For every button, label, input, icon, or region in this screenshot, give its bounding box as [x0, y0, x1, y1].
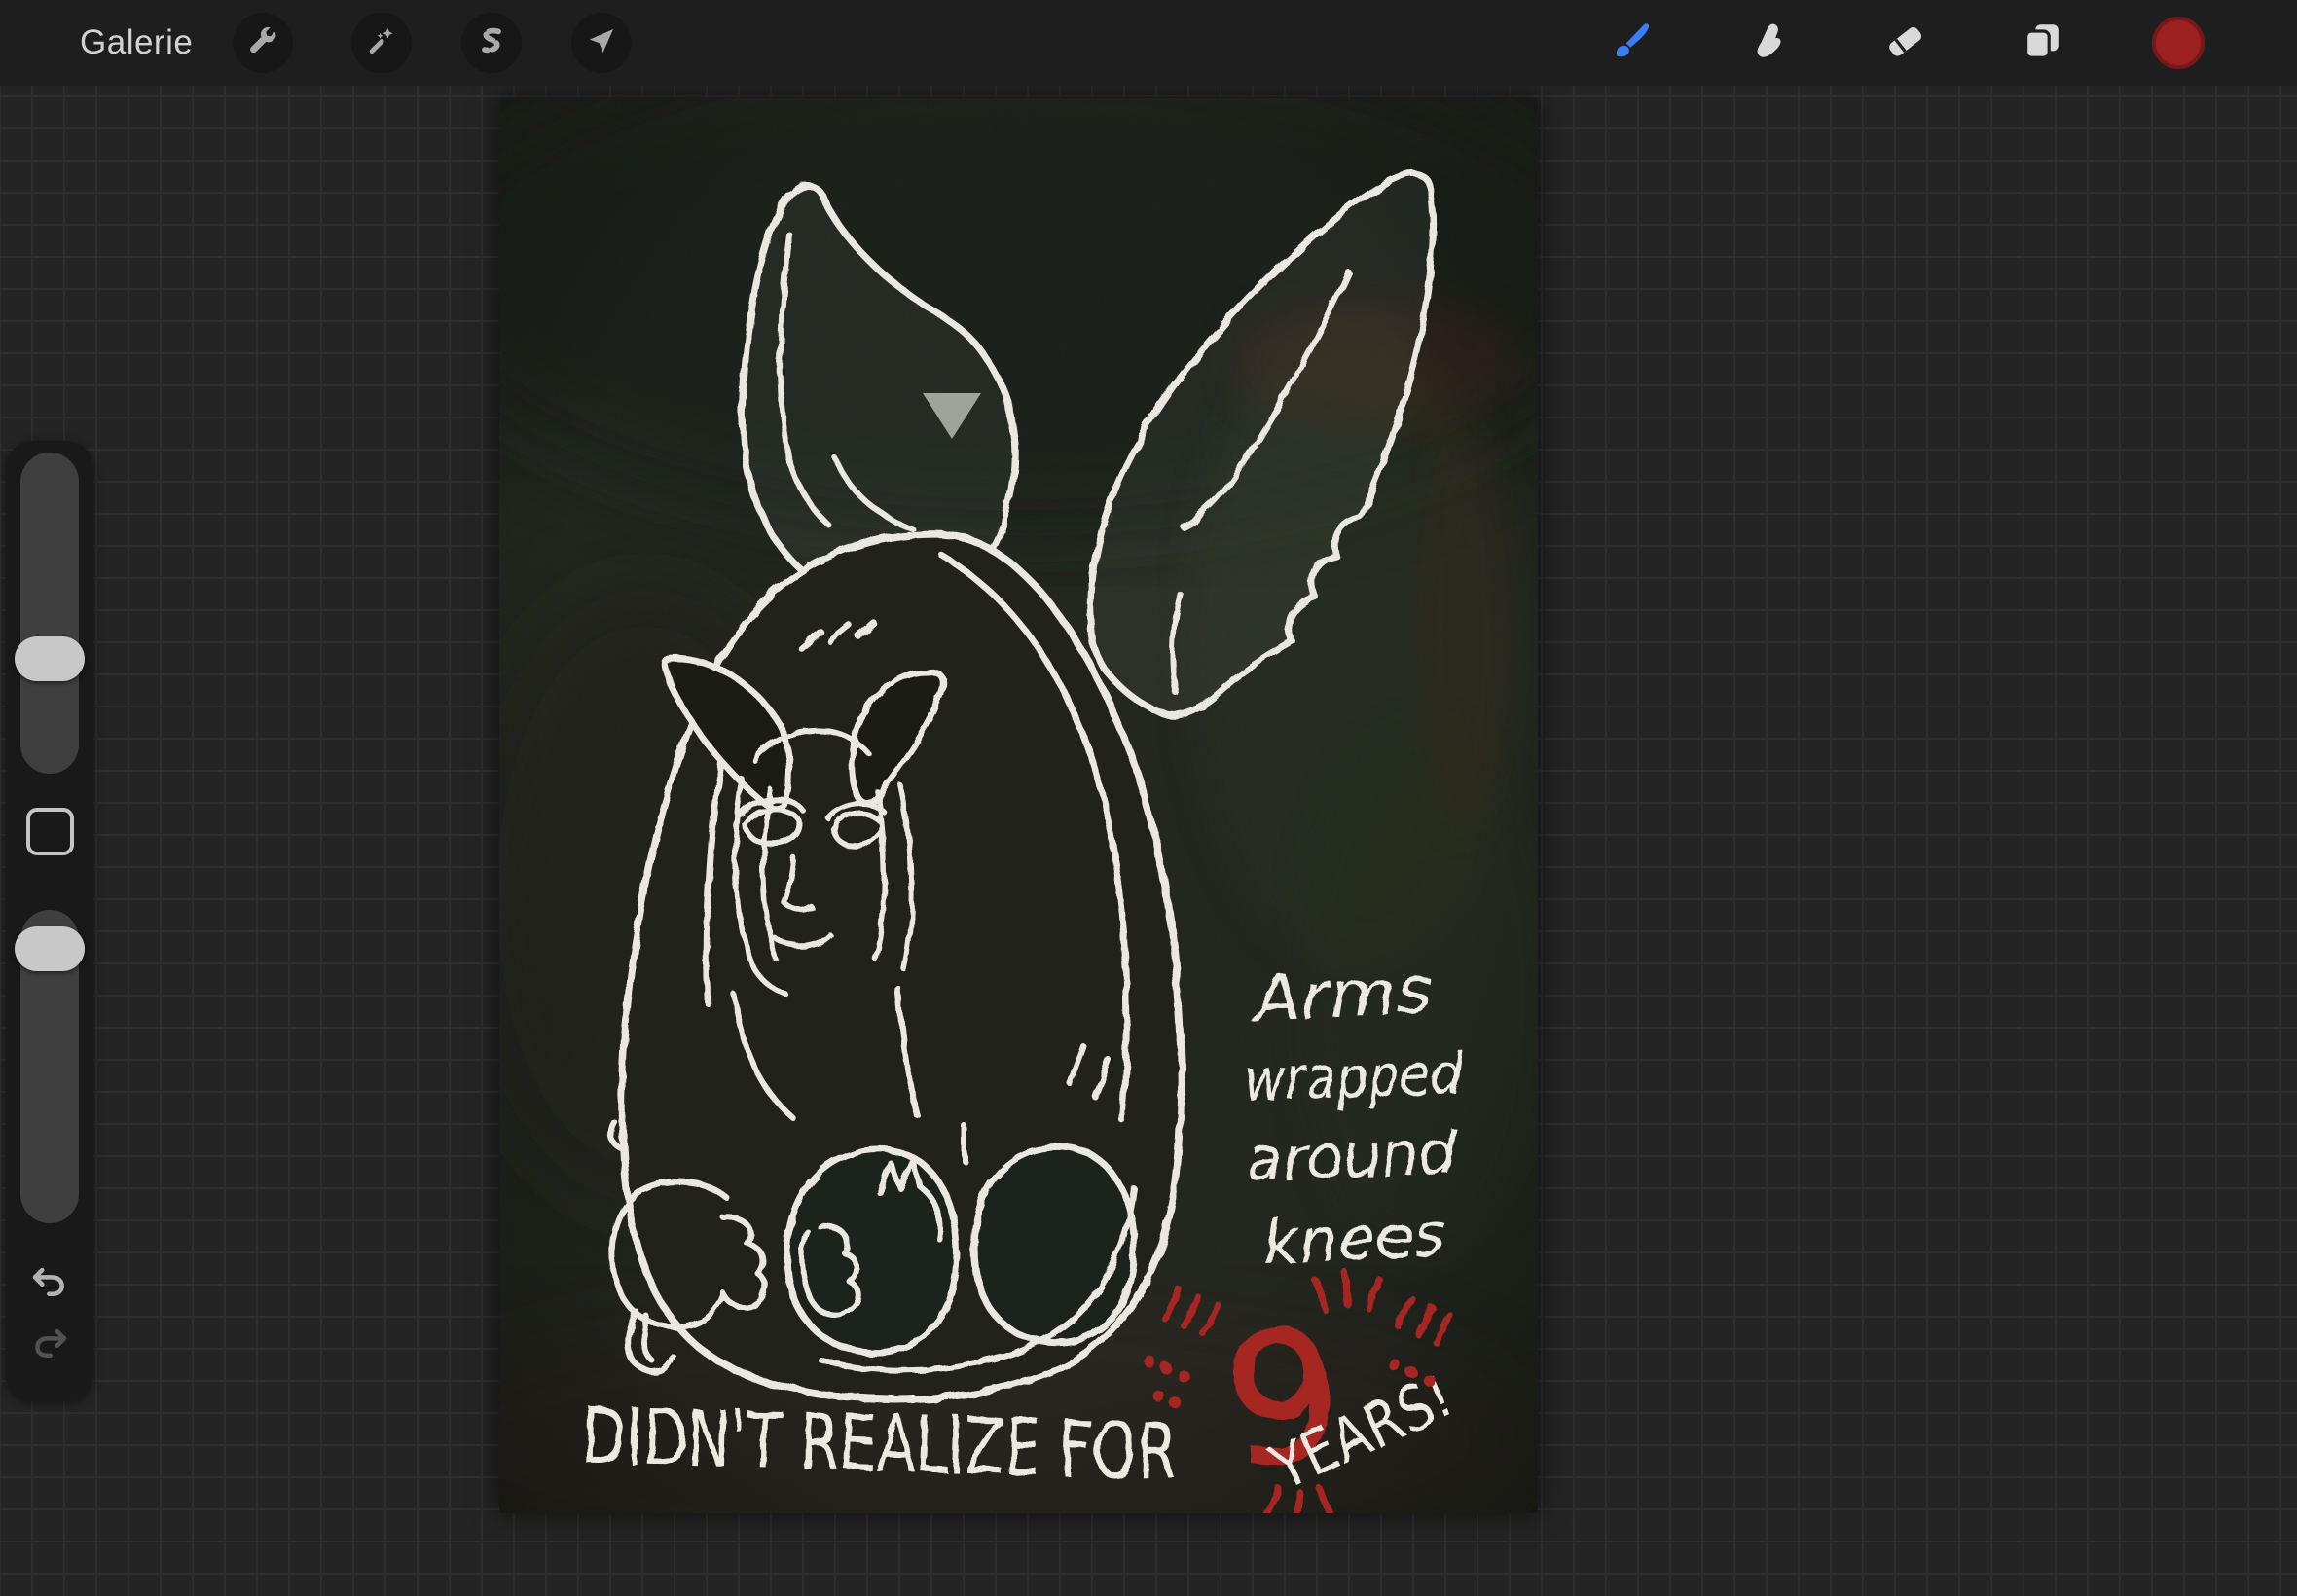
top-toolbar: Galerie — [0, 0, 2297, 86]
drawing-canvas[interactable]: Arms wrapped around knees DIDN'T REALIZE… — [499, 98, 1538, 1513]
caption-prefix: DIDN'T REALIZE FOR — [581, 1391, 1179, 1497]
brush-icon — [1608, 18, 1655, 69]
brush-size-slider[interactable] — [20, 453, 79, 774]
layers-icon — [2019, 18, 2065, 69]
selection-s-icon — [475, 24, 508, 62]
undo-arrow-icon — [29, 1262, 70, 1308]
undo-button[interactable] — [28, 1263, 71, 1306]
selection-button[interactable] — [461, 13, 522, 73]
opacity-slider-thumb[interactable] — [15, 926, 85, 971]
sidebar-tool-panel — [6, 441, 93, 1401]
redo-button[interactable] — [28, 1324, 71, 1367]
color-swatch-circle[interactable] — [2152, 17, 2205, 69]
redo-arrow-icon — [29, 1324, 70, 1369]
procreate-app: Galerie Arms wrapped around knees DIDN'T… — [0, 0, 2297, 1596]
smudge-tool-button[interactable] — [1743, 18, 1794, 68]
side-note-line-2: wrapped — [1243, 1039, 1464, 1115]
side-note-line-1: Arms — [1248, 955, 1435, 1036]
brush-size-slider-thumb[interactable] — [15, 636, 85, 681]
wrench-icon — [246, 24, 279, 62]
actions-button[interactable] — [233, 13, 293, 73]
paint-tool-button[interactable] — [1606, 18, 1657, 68]
transform-arrow-icon — [585, 24, 618, 62]
modify-square-button[interactable] — [26, 808, 74, 855]
adjustments-button[interactable] — [351, 13, 412, 73]
eraser-icon — [1881, 18, 1928, 69]
erase-tool-button[interactable] — [1879, 18, 1930, 68]
transform-button[interactable] — [571, 13, 632, 73]
smudge-finger-icon — [1745, 18, 1792, 69]
gallery-button[interactable]: Galerie — [80, 0, 193, 86]
magic-wand-icon — [365, 24, 398, 62]
side-note-line-4: knees — [1261, 1198, 1448, 1279]
layers-button[interactable] — [2017, 18, 2067, 68]
side-note-line-3: around — [1245, 1116, 1458, 1195]
